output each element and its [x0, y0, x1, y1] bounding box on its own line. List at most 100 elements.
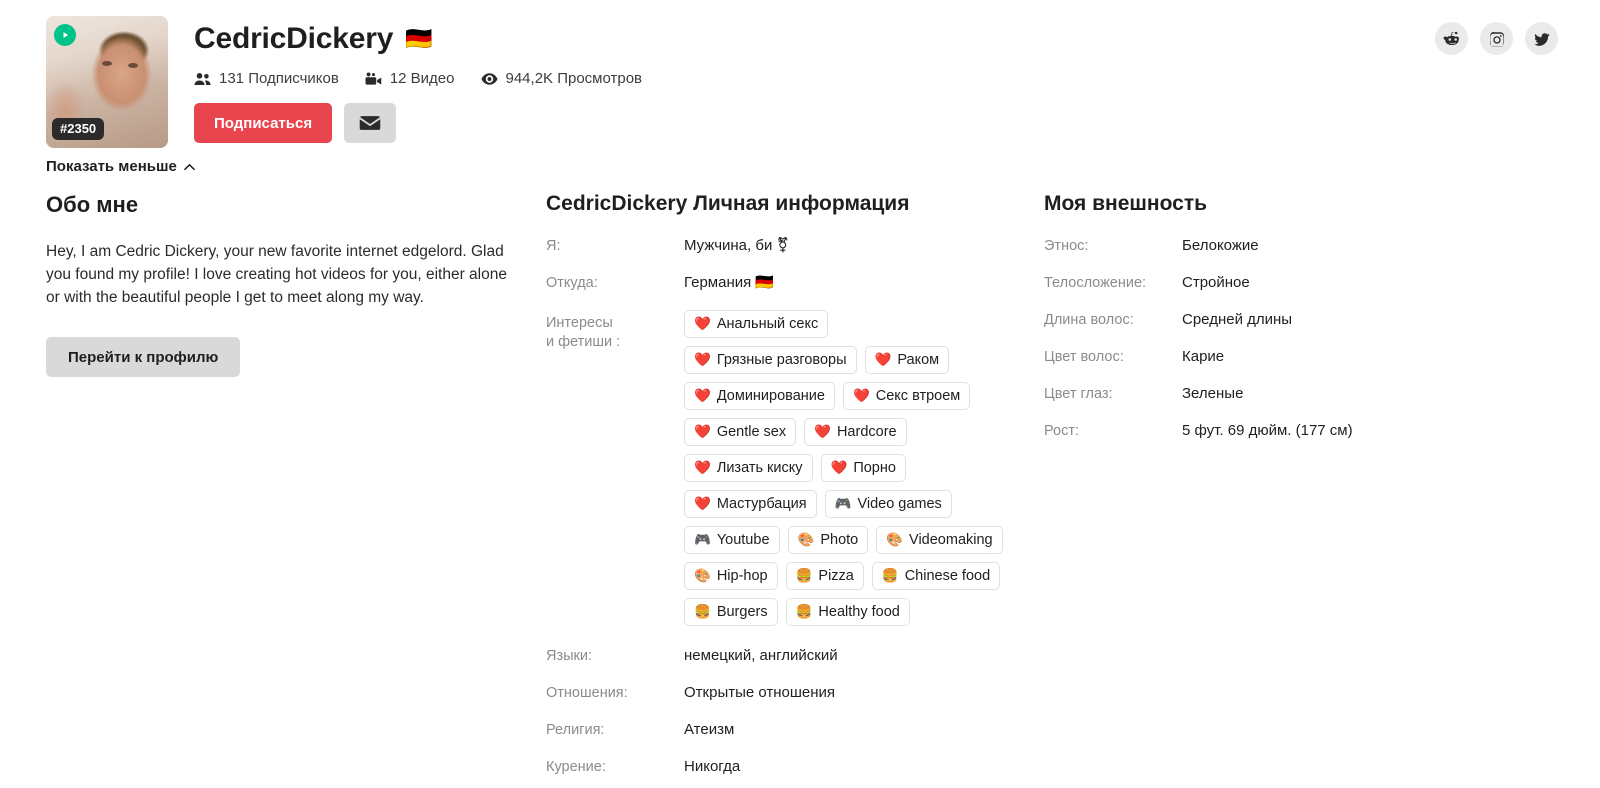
- video-camera-icon: [365, 71, 382, 86]
- interest-chip[interactable]: ❤️ Доминирование: [684, 382, 835, 410]
- interest-emoji-icon: 🍔: [694, 604, 711, 620]
- about-section: Обо мне Hey, I am Cedric Dickery, your n…: [46, 192, 516, 377]
- appearance-rows: Этнос: Белокожие Телосложение: Стройное Длин…: [1044, 236, 1524, 441]
- rank-badge: #2350: [52, 118, 105, 140]
- page-title: CedricDickery: [194, 22, 394, 55]
- info-value: Стройное: [1182, 274, 1250, 291]
- interest-chip[interactable]: 🎨 Videomaking: [876, 526, 1003, 554]
- info-label: Языки:: [546, 648, 593, 664]
- interest-emoji-icon: 🎨: [694, 568, 711, 584]
- personal-tail-rows: Языки: немецкий, английский Отношения: Откр…: [546, 646, 1016, 788]
- avatar[interactable]: #2350: [46, 16, 168, 148]
- interest-chip-label: Video games: [857, 496, 942, 512]
- info-value: Германия 🇩🇪: [684, 274, 775, 291]
- interest-emoji-icon: 🍔: [881, 568, 899, 584]
- stat-subscribers: 131 Подписчиков: [194, 70, 339, 87]
- interest-chip-label: Секс втроем: [875, 388, 961, 404]
- subscribe-button[interactable]: Подписаться: [194, 103, 333, 143]
- interest-emoji-icon: ❤️: [694, 388, 711, 404]
- info-row: Этнос: Белокожие: [1044, 236, 1524, 256]
- info-row: Курение: Никогда: [546, 757, 1016, 777]
- info-label: Отношения:: [546, 685, 628, 701]
- info-label: Религия:: [546, 722, 605, 738]
- stat-subscribers-label: 131 Подписчиков: [219, 70, 339, 87]
- interest-chip[interactable]: ❤️ Раком: [864, 346, 950, 374]
- info-label: Телосложение:: [1044, 275, 1147, 291]
- interest-chip[interactable]: ❤️ Мастурбация: [684, 490, 817, 518]
- info-row: Откуда: Германия 🇩🇪: [546, 273, 1016, 293]
- interest-emoji-icon: ❤️: [694, 316, 711, 332]
- interest-emoji-icon: 🎨: [797, 532, 815, 548]
- personal-info-section: CedricDickery Личная информация Я: Мужчи…: [546, 192, 1016, 788]
- info-value: Открытые отношения: [684, 684, 836, 701]
- info-row: Отношения: Открытые отношения: [546, 683, 1016, 703]
- interests-chip-list: ❤️ Анальный секс ❤️ Грязные разговоры ❤️ Рако…: [684, 310, 1006, 626]
- show-less-toggle[interactable]: Показать меньше: [46, 158, 195, 175]
- interest-chip[interactable]: 🍔 Healthy food: [785, 598, 910, 626]
- interest-chip[interactable]: ❤️ Gentle sex: [684, 418, 797, 446]
- info-value: Карие: [1182, 348, 1225, 365]
- stat-videos: 12 Видео: [365, 70, 455, 87]
- reddit-icon[interactable]: [1435, 22, 1468, 55]
- info-label: Откуда:: [546, 275, 598, 291]
- interest-chip[interactable]: ❤️ Секс втроем: [842, 382, 971, 410]
- interest-chip[interactable]: 🎨 Hip-hop: [684, 562, 778, 590]
- interest-chip-label: Hardcore: [836, 424, 897, 440]
- interest-chip-label: Photo: [820, 532, 859, 548]
- interest-chip-label: Раком: [897, 352, 940, 368]
- info-row: Я: Мужчина, би ⚧: [546, 236, 1016, 256]
- interest-chip-label: Анальный секс: [716, 316, 819, 332]
- interest-chip[interactable]: ❤️ Порно: [820, 454, 906, 482]
- info-row: Рост: 5 фут. 69 дюйм. (177 см): [1044, 421, 1524, 441]
- interest-chip-label: Burgers: [716, 604, 768, 620]
- social-links: [1435, 22, 1558, 55]
- info-value: 5 фут. 69 дюйм. (177 см): [1182, 422, 1353, 439]
- interest-emoji-icon: ❤️: [830, 460, 848, 476]
- interest-chip[interactable]: ❤️ Лизать киску: [684, 454, 813, 482]
- info-row: Религия: Атеизм: [546, 720, 1016, 740]
- interest-emoji-icon: 🎮: [834, 496, 852, 512]
- instagram-icon[interactable]: [1480, 22, 1513, 55]
- interest-chip-label: Мастурбация: [716, 496, 807, 512]
- personal-info-title: CedricDickery Личная информация: [546, 192, 910, 215]
- interest-emoji-icon: ❤️: [874, 352, 892, 368]
- info-row: Цвет волос: Карие: [1044, 347, 1524, 367]
- interest-chip[interactable]: 🎨 Photo: [787, 526, 869, 554]
- interest-chip[interactable]: 🍔 Burgers: [684, 598, 778, 626]
- info-label: Я:: [546, 238, 561, 254]
- interest-chip[interactable]: ❤️ Hardcore: [804, 418, 907, 446]
- interest-emoji-icon: ❤️: [852, 388, 870, 404]
- interest-chip[interactable]: 🍔 Chinese food: [871, 562, 1001, 590]
- interest-emoji-icon: ❤️: [814, 424, 831, 440]
- profile-header-info: CedricDickery 🇩🇪 131 Подписчиков 12 Виде…: [194, 16, 642, 143]
- profile-page: #2350 CedricDickery 🇩🇪 131 Подписчиков 1…: [0, 0, 1600, 788]
- info-row: Цвет глаз: Зеленые: [1044, 384, 1524, 404]
- interest-chip-label: Доминирование: [716, 388, 825, 404]
- interest-chip-label: Лизать киску: [716, 460, 803, 476]
- message-button[interactable]: [344, 103, 397, 143]
- interest-emoji-icon: 🎨: [886, 532, 904, 548]
- play-circle-icon[interactable]: [54, 24, 76, 46]
- interest-chip-label: Грязные разговоры: [716, 352, 847, 368]
- country-flag-icon: 🇩🇪: [405, 26, 433, 51]
- go-to-profile-button[interactable]: Перейти к профилю: [46, 337, 241, 377]
- interest-chip[interactable]: 🍔 Pizza: [785, 562, 864, 590]
- twitter-icon[interactable]: [1525, 22, 1558, 55]
- interest-chip-label: Youtube: [716, 532, 770, 548]
- interest-chip-label: Chinese food: [904, 568, 991, 584]
- interest-emoji-icon: 🎮: [694, 532, 711, 548]
- about-title: Обо мне: [46, 192, 139, 217]
- info-label: Курение:: [546, 759, 606, 775]
- interest-emoji-icon: 🍔: [795, 568, 813, 584]
- interest-chip[interactable]: 🎮 Video games: [824, 490, 952, 518]
- subscribers-icon: [194, 72, 211, 86]
- stat-views: 944,2K Просмотров: [481, 70, 643, 87]
- stat-views-label: 944,2K Просмотров: [505, 70, 643, 87]
- interest-chip[interactable]: ❤️ Анальный секс: [684, 310, 829, 338]
- interest-chip[interactable]: 🎮 Youtube: [684, 526, 780, 554]
- info-label: Рост:: [1044, 423, 1080, 439]
- appearance-title: Моя внешность: [1044, 192, 1208, 215]
- interest-chip-label: Pizza: [818, 568, 854, 584]
- interests-label: Интересы и фетиши :: [546, 310, 684, 352]
- interest-chip[interactable]: ❤️ Грязные разговоры: [684, 346, 857, 374]
